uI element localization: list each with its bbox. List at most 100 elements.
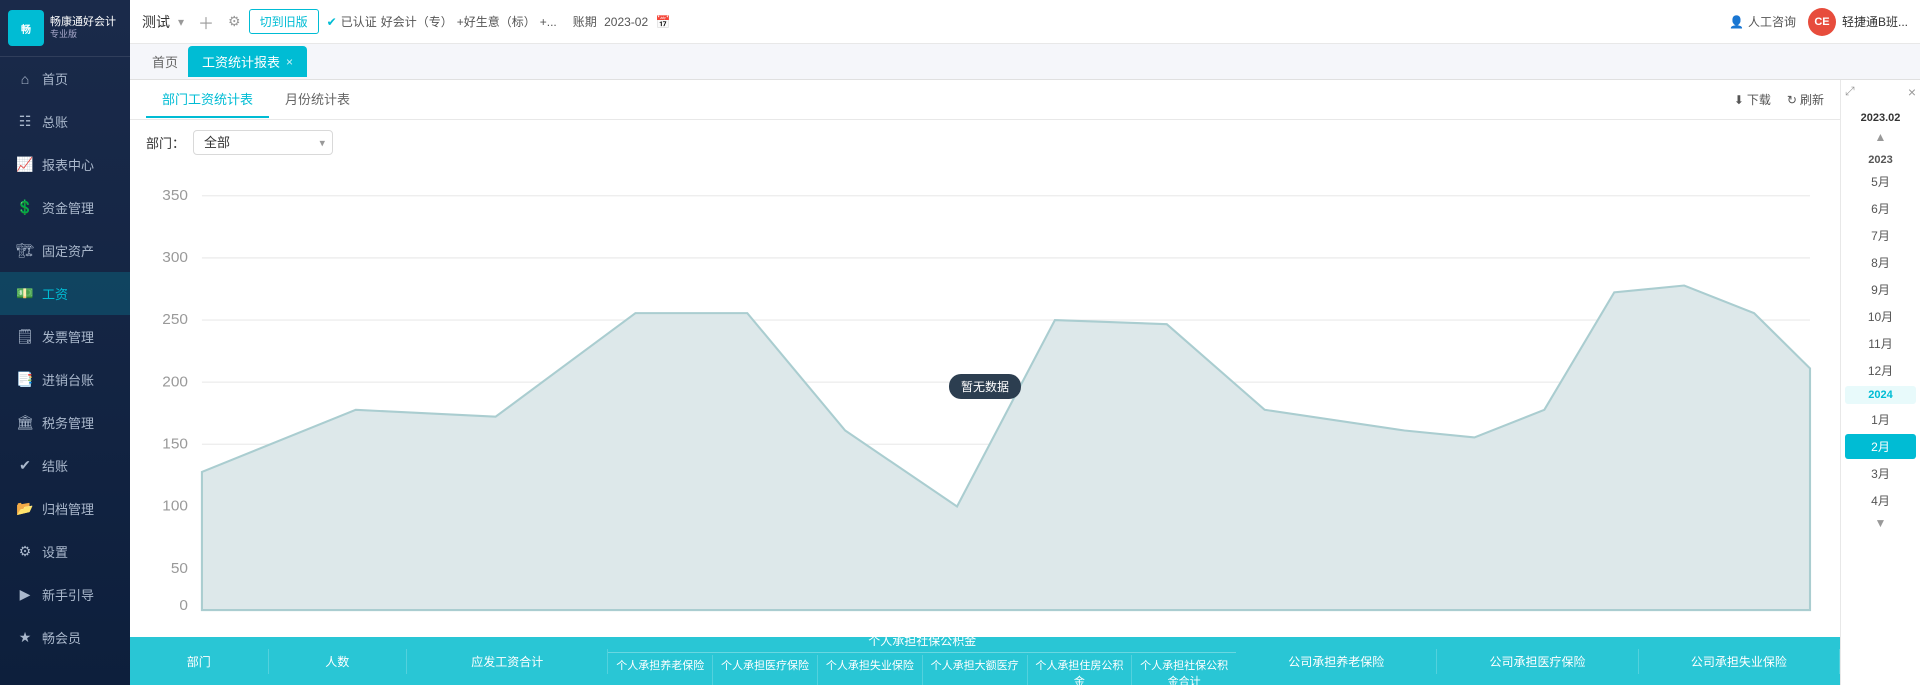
sub-tab-monthly[interactable]: 月份统计表 — [269, 81, 366, 118]
customer-service-button[interactable]: 👤 人工咨询 — [1729, 13, 1796, 30]
tab-close-icon[interactable]: × — [286, 55, 293, 69]
home-icon: ⌂ — [16, 71, 34, 87]
sidebar-item-sales[interactable]: 📑 进销台账 — [0, 358, 130, 401]
sidebar-item-funds[interactable]: 💲 资金管理 — [0, 186, 130, 229]
sidebar-item-guide[interactable]: ▶ 新手引导 — [0, 573, 130, 616]
sidebar-navigation: ⌂ 首页 ☷ 总账 📈 报表中心 💲 资金管理 🏗 固定资产 💵 工资 🗒 发票… — [0, 57, 130, 685]
main-content: 测试 ▾ ＋ ⚙ 切到旧版 ✔ 已认证 好会计（专） +好生意（标） +... … — [130, 0, 1920, 685]
svg-text:300: 300 — [162, 249, 188, 266]
tax-icon: 🏛 — [16, 414, 34, 431]
col-major-medical: 个人承担大额医疗 — [923, 655, 1028, 685]
chart-area: 350 300 250 200 150 100 50 0 — [130, 165, 1840, 637]
topbar-title: 测试 — [142, 12, 170, 32]
sidebar-item-salary[interactable]: 💵 工资 — [0, 272, 130, 315]
switch-to-old-button[interactable]: 切到旧版 — [249, 9, 319, 34]
table-header: 部门 人数 应发工资合计 个人承担社保公积金 个人承担养老保险 个人承担医疗保险… — [130, 637, 1840, 685]
username-label: 轻捷通B班... — [1842, 13, 1908, 30]
member-icon: ★ — [16, 629, 34, 646]
download-button[interactable]: ⬇ 下载 — [1734, 91, 1771, 108]
right-month-8[interactable]: 8月 — [1845, 250, 1916, 275]
col-total-individual: 个人承担社保公积金合计 — [1132, 655, 1236, 685]
right-year-2024: 2024 — [1845, 386, 1916, 404]
archive-icon: 📂 — [16, 500, 34, 517]
refresh-button[interactable]: ↻ 刷新 — [1787, 91, 1824, 108]
sidebar-item-settings[interactable]: ⚙ 设置 — [0, 530, 130, 573]
tab-home[interactable]: 首页 — [142, 46, 188, 77]
right-panel-up-icon[interactable]: ▲ — [1873, 128, 1889, 146]
user-menu[interactable]: CE 轻捷通B班... — [1808, 8, 1908, 36]
sidebar: 畅 畅康通好会计 专业版 ⌂ 首页 ☷ 总账 📈 报表中心 💲 资金管理 🏗 固… — [0, 0, 130, 685]
col-medical: 个人承担医疗保险 — [713, 655, 818, 685]
sidebar-logo: 畅 畅康通好会计 专业版 — [0, 0, 130, 57]
assets-icon: 🏗 — [16, 242, 34, 259]
right-month-4[interactable]: 4月 — [1845, 488, 1916, 513]
reports-icon: 📈 — [16, 156, 34, 173]
ledger-icon: ☷ — [16, 113, 34, 130]
sidebar-item-member[interactable]: ★ 畅会员 — [0, 616, 130, 659]
download-icon: ⬇ — [1734, 93, 1744, 107]
tab-salary-report[interactable]: 工资统计报表 × — [188, 46, 307, 77]
logo-icon: 畅 — [8, 10, 44, 46]
avatar: CE — [1808, 8, 1836, 36]
col-department: 部门 — [130, 649, 269, 674]
logo-text: 畅康通好会计 专业版 — [50, 15, 116, 41]
svg-text:0: 0 — [179, 597, 188, 614]
col-pension: 个人承担养老保险 — [608, 655, 713, 685]
right-current-date: 2023.02 — [1861, 112, 1901, 124]
svg-text:150: 150 — [162, 436, 188, 453]
funds-icon: 💲 — [16, 199, 34, 216]
col-housing-fund: 个人承担住房公积金 — [1028, 655, 1133, 685]
sidebar-item-tax[interactable]: 🏛 税务管理 — [0, 401, 130, 444]
topbar-period: 账期 2023-02 📅 — [573, 13, 671, 30]
right-month-6[interactable]: 6月 — [1845, 196, 1916, 221]
salary-icon: 💵 — [16, 285, 34, 302]
right-month-5[interactable]: 5月 — [1845, 169, 1916, 194]
right-month-3[interactable]: 3月 — [1845, 461, 1916, 486]
sales-icon: 📑 — [16, 371, 34, 388]
right-month-1[interactable]: 1月 — [1845, 407, 1916, 432]
col-unemployment: 个人承担失业保险 — [818, 655, 923, 685]
invoice-icon: 🗒 — [16, 328, 34, 345]
chart-wrapper: 350 300 250 200 150 100 50 0 — [146, 175, 1824, 617]
right-month-7[interactable]: 7月 — [1845, 223, 1916, 248]
right-month-10[interactable]: 10月 — [1845, 304, 1916, 329]
topbar-status: ✔ 已认证 好会计（专） +好生意（标） +... — [327, 13, 557, 30]
right-panel-expand-icon[interactable]: ⤢ — [1845, 84, 1855, 99]
sub-tab-department[interactable]: 部门工资统计表 — [146, 81, 269, 118]
topbar-gear-icon[interactable]: ⚙ — [228, 13, 241, 30]
topbar-add-button[interactable]: ＋ — [192, 8, 220, 36]
topbar: 测试 ▾ ＋ ⚙ 切到旧版 ✔ 已认证 好会计（专） +好生意（标） +... … — [130, 0, 1920, 44]
svg-text:200: 200 — [162, 373, 188, 390]
department-select[interactable]: 全部 — [193, 130, 333, 155]
service-icon: 👤 — [1729, 15, 1744, 29]
right-panel: × ⤢ 2023.02 ▲ 2023 5月 6月 7月 8月 9月 10月 11… — [1840, 80, 1920, 685]
sub-tab-actions: ⬇ 下载 ↻ 刷新 — [1734, 91, 1824, 108]
sidebar-item-archive[interactable]: 📂 归档管理 — [0, 487, 130, 530]
right-month-9[interactable]: 9月 — [1845, 277, 1916, 302]
sidebar-item-home[interactable]: ⌂ 首页 — [0, 57, 130, 100]
refresh-icon: ↻ — [1787, 93, 1797, 107]
right-month-2-active[interactable]: 2月 — [1845, 434, 1916, 459]
right-month-12[interactable]: 12月 — [1845, 358, 1916, 383]
certified-check-icon: ✔ — [327, 15, 337, 29]
content-area: 部门工资统计表 月份统计表 ⬇ 下载 ↻ 刷新 部门： — [130, 80, 1920, 685]
close-books-icon: ✔ — [16, 457, 34, 474]
calendar-icon[interactable]: 📅 — [656, 15, 671, 29]
sidebar-item-reports[interactable]: 📈 报表中心 — [0, 143, 130, 186]
right-panel-down-icon[interactable]: ▼ — [1873, 514, 1889, 532]
svg-text:350: 350 — [162, 187, 188, 204]
right-panel-close-icon[interactable]: × — [1908, 84, 1916, 100]
right-month-11[interactable]: 11月 — [1845, 331, 1916, 356]
sidebar-item-ledger[interactable]: ☷ 总账 — [0, 100, 130, 143]
right-year-2023: 2023 — [1868, 154, 1892, 166]
col-group-individual: 个人承担社保公积金 个人承担养老保险 个人承担医疗保险 个人承担失业保险 个人承… — [608, 632, 1236, 685]
sidebar-item-close[interactable]: ✔ 结账 — [0, 444, 130, 487]
sidebar-item-assets[interactable]: 🏗 固定资产 — [0, 229, 130, 272]
topbar-dropdown-arrow[interactable]: ▾ — [178, 15, 184, 29]
col-company-unemployment: 公司承担失业保险 — [1639, 649, 1840, 674]
tab-bar: 首页 工资统计报表 × — [130, 44, 1920, 80]
svg-text:50: 50 — [171, 560, 188, 577]
sidebar-item-invoice[interactable]: 🗒 发票管理 — [0, 315, 130, 358]
svg-text:100: 100 — [162, 498, 188, 515]
filter-bar: 部门： 全部 ▾ — [130, 120, 1840, 165]
